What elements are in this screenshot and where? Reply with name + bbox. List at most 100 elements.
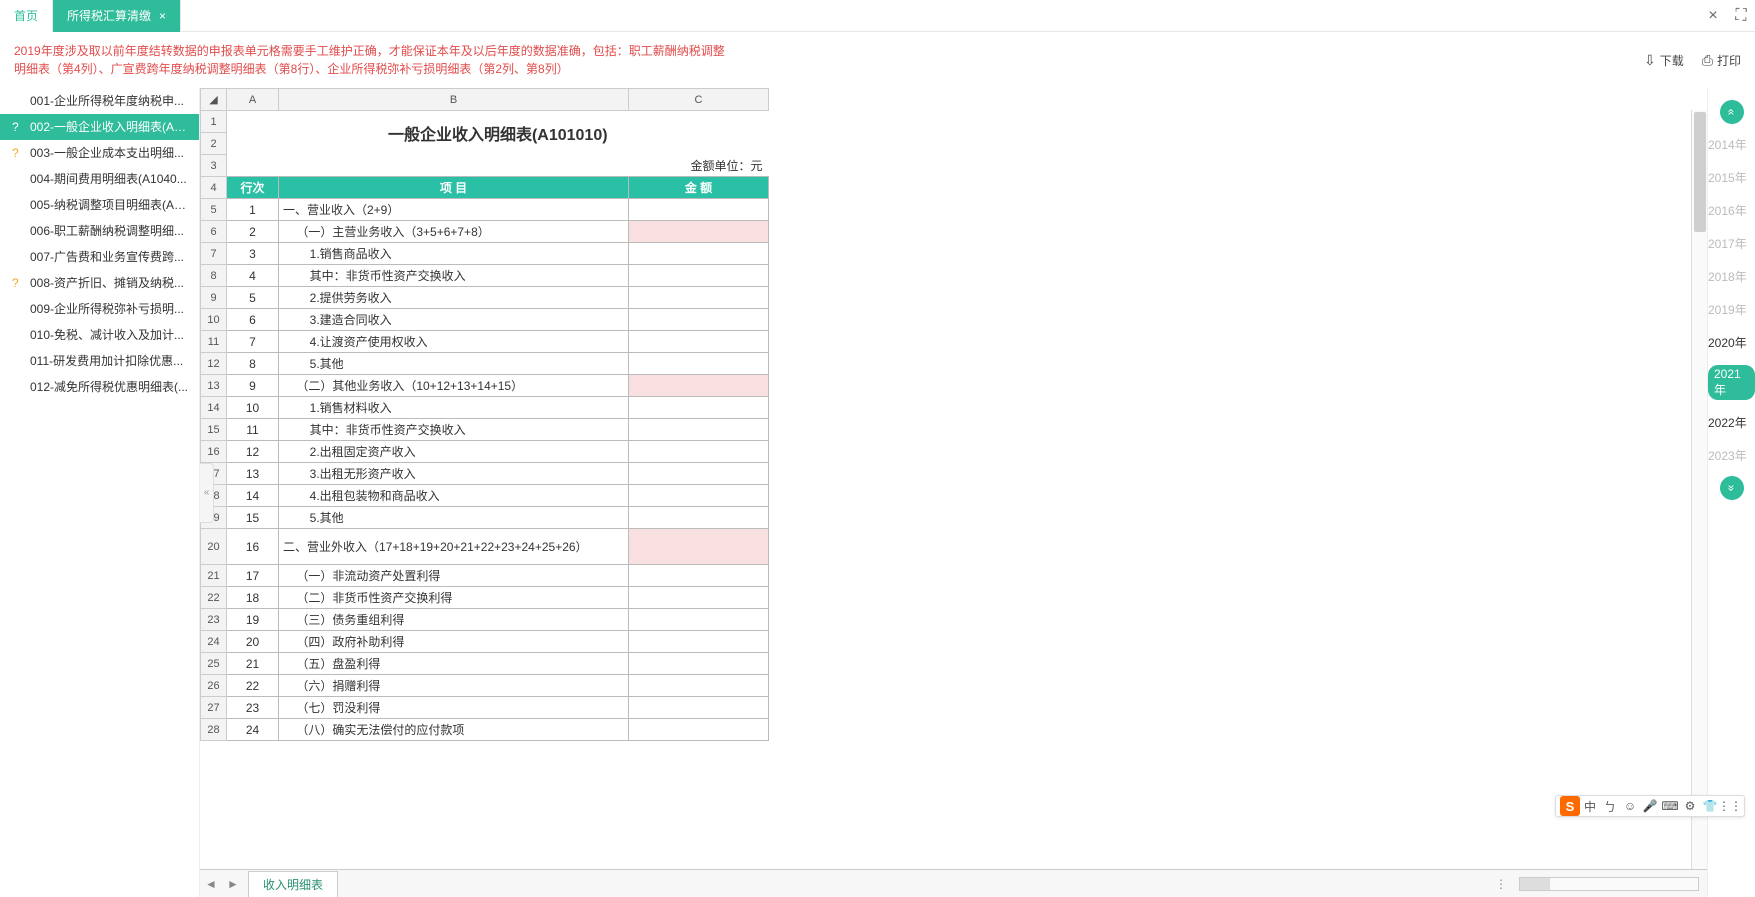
cell-amount[interactable] bbox=[629, 441, 769, 463]
cell-item[interactable]: （八）确实无法偿付的应付款项 bbox=[279, 719, 629, 741]
tab-income-tax[interactable]: 所得税汇算清缴 × bbox=[53, 0, 181, 32]
cell-amount[interactable] bbox=[629, 287, 769, 309]
cell-item[interactable]: （六）捐赠利得 bbox=[279, 675, 629, 697]
row-head[interactable]: 24 bbox=[201, 631, 227, 653]
year-2023年[interactable]: 2023年 bbox=[1708, 439, 1755, 472]
row-head[interactable]: 5 bbox=[201, 199, 227, 221]
cell-seq[interactable]: 6 bbox=[227, 309, 279, 331]
cell-item[interactable]: 一、营业收入（2+9） bbox=[279, 199, 629, 221]
cell-item[interactable]: 2.提供劳务收入 bbox=[279, 287, 629, 309]
row-head[interactable]: 23 bbox=[201, 609, 227, 631]
cell-seq[interactable]: 7 bbox=[227, 331, 279, 353]
cell-seq[interactable]: 12 bbox=[227, 441, 279, 463]
window-fullscreen-icon[interactable]: ⛶ bbox=[1727, 2, 1755, 30]
row-head[interactable]: 12 bbox=[201, 353, 227, 375]
sidebar-item-2[interactable]: ?003-一般企业成本支出明细... bbox=[0, 140, 199, 166]
cell-seq[interactable]: 18 bbox=[227, 587, 279, 609]
row-head[interactable]: 14 bbox=[201, 397, 227, 419]
download-button[interactable]: ⇩ 下载 bbox=[1644, 52, 1684, 69]
cell-amount[interactable] bbox=[629, 485, 769, 507]
cell-amount[interactable] bbox=[629, 609, 769, 631]
row-head[interactable]: 13 bbox=[201, 375, 227, 397]
year-2014年[interactable]: 2014年 bbox=[1708, 128, 1755, 161]
cell-seq[interactable]: 10 bbox=[227, 397, 279, 419]
sidebar-collapse-handle[interactable]: « bbox=[200, 463, 214, 523]
cell-seq[interactable]: 9 bbox=[227, 375, 279, 397]
row-head[interactable]: 25 bbox=[201, 653, 227, 675]
cell-seq[interactable]: 4 bbox=[227, 265, 279, 287]
cell-seq[interactable]: 14 bbox=[227, 485, 279, 507]
sheet-tab[interactable]: 收入明细表 bbox=[248, 871, 338, 897]
scroll-thumb[interactable] bbox=[1694, 112, 1706, 232]
sidebar-item-5[interactable]: 006-职工薪酬纳税调整明细... bbox=[0, 218, 199, 244]
row-head[interactable]: 4 bbox=[201, 177, 227, 199]
ime-icon[interactable]: ⋮⋮ bbox=[1720, 796, 1740, 816]
row-head[interactable]: 8 bbox=[201, 265, 227, 287]
sidebar-item-3[interactable]: 004-期间费用明细表(A1040... bbox=[0, 166, 199, 192]
ime-icon[interactable]: 🎤 bbox=[1640, 796, 1660, 816]
year-scroll-up[interactable]: « bbox=[1720, 100, 1744, 124]
ime-toolbar[interactable]: S 中ㄅ☺🎤⌨⚙👕⋮⋮ bbox=[1555, 795, 1745, 817]
row-head[interactable]: 22 bbox=[201, 587, 227, 609]
cell-amount[interactable] bbox=[629, 265, 769, 287]
year-2018年[interactable]: 2018年 bbox=[1708, 260, 1755, 293]
cell-amount[interactable] bbox=[629, 529, 769, 565]
cell-seq[interactable]: 2 bbox=[227, 221, 279, 243]
year-2021年[interactable]: 2021年 bbox=[1708, 365, 1755, 400]
ime-icon[interactable]: 👕 bbox=[1700, 796, 1720, 816]
cell-seq[interactable]: 16 bbox=[227, 529, 279, 565]
ime-icon[interactable]: ⚙ bbox=[1680, 796, 1700, 816]
cell-seq[interactable]: 23 bbox=[227, 697, 279, 719]
cell-item[interactable]: （四）政府补助利得 bbox=[279, 631, 629, 653]
cell-item[interactable]: 4.出租包装物和商品收入 bbox=[279, 485, 629, 507]
year-2016年[interactable]: 2016年 bbox=[1708, 194, 1755, 227]
cell-seq[interactable]: 24 bbox=[227, 719, 279, 741]
cell-seq[interactable]: 8 bbox=[227, 353, 279, 375]
sidebar-item-10[interactable]: 011-研发费用加计扣除优惠... bbox=[0, 348, 199, 374]
sidebar-item-9[interactable]: 010-免税、减计收入及加计... bbox=[0, 322, 199, 348]
cell-seq[interactable]: 15 bbox=[227, 507, 279, 529]
row-head[interactable]: 20 bbox=[201, 529, 227, 565]
cell-item[interactable]: 其中：非货币性资产交换收入 bbox=[279, 419, 629, 441]
sheet-menu-icon[interactable]: ⋮ bbox=[1491, 877, 1511, 891]
cell-item[interactable]: （一）非流动资产处置利得 bbox=[279, 565, 629, 587]
cell-amount[interactable] bbox=[629, 199, 769, 221]
sidebar-item-0[interactable]: 001-企业所得税年度纳税申... bbox=[0, 88, 199, 114]
col-head-C[interactable]: C bbox=[629, 89, 769, 111]
cell-amount[interactable] bbox=[629, 697, 769, 719]
print-button[interactable]: ⎙ 打印 bbox=[1702, 52, 1741, 69]
year-2019年[interactable]: 2019年 bbox=[1708, 293, 1755, 326]
cell-item[interactable]: 4.让渡资产使用权收入 bbox=[279, 331, 629, 353]
cell-seq[interactable]: 17 bbox=[227, 565, 279, 587]
cell-amount[interactable] bbox=[629, 353, 769, 375]
row-head[interactable]: 6 bbox=[201, 221, 227, 243]
sidebar-item-7[interactable]: ?008-资产折旧、摊销及纳税... bbox=[0, 270, 199, 296]
cell-amount[interactable] bbox=[629, 221, 769, 243]
cell-seq[interactable]: 3 bbox=[227, 243, 279, 265]
tab-home[interactable]: 首页 bbox=[0, 0, 53, 32]
cell-item[interactable]: 5.其他 bbox=[279, 353, 629, 375]
cell-item[interactable]: 5.其他 bbox=[279, 507, 629, 529]
row-head[interactable]: 16 bbox=[201, 441, 227, 463]
cell-amount[interactable] bbox=[629, 631, 769, 653]
sheet-prev-icon[interactable]: ◄ bbox=[200, 877, 222, 891]
ime-icon[interactable]: ⌨ bbox=[1660, 796, 1680, 816]
row-head[interactable]: 28 bbox=[201, 719, 227, 741]
cell-seq[interactable]: 19 bbox=[227, 609, 279, 631]
scroll-thumb[interactable] bbox=[1520, 878, 1550, 890]
cell-item[interactable]: 二、营业外收入（17+18+19+20+21+22+23+24+25+26） bbox=[279, 529, 629, 565]
cell-seq[interactable]: 1 bbox=[227, 199, 279, 221]
window-close-icon[interactable]: × bbox=[1699, 2, 1727, 30]
sidebar-item-1[interactable]: ?002-一般企业收入明细表(A1... bbox=[0, 114, 199, 140]
year-2020年[interactable]: 2020年 bbox=[1708, 326, 1755, 359]
cell-amount[interactable] bbox=[629, 375, 769, 397]
cell-item[interactable]: （三）债务重组利得 bbox=[279, 609, 629, 631]
tab-close-icon[interactable]: × bbox=[159, 0, 166, 32]
cell-item[interactable]: 1.销售商品收入 bbox=[279, 243, 629, 265]
year-scroll-down[interactable]: » bbox=[1720, 476, 1744, 500]
grid-scroll[interactable]: ◢ A B C 1 一般企业收入明细表(A101010) 2 3 金额单位：元 bbox=[200, 88, 1707, 869]
year-2015年[interactable]: 2015年 bbox=[1708, 161, 1755, 194]
cell-amount[interactable] bbox=[629, 309, 769, 331]
year-2017年[interactable]: 2017年 bbox=[1708, 227, 1755, 260]
ime-icon[interactable]: ㄅ bbox=[1600, 796, 1620, 816]
